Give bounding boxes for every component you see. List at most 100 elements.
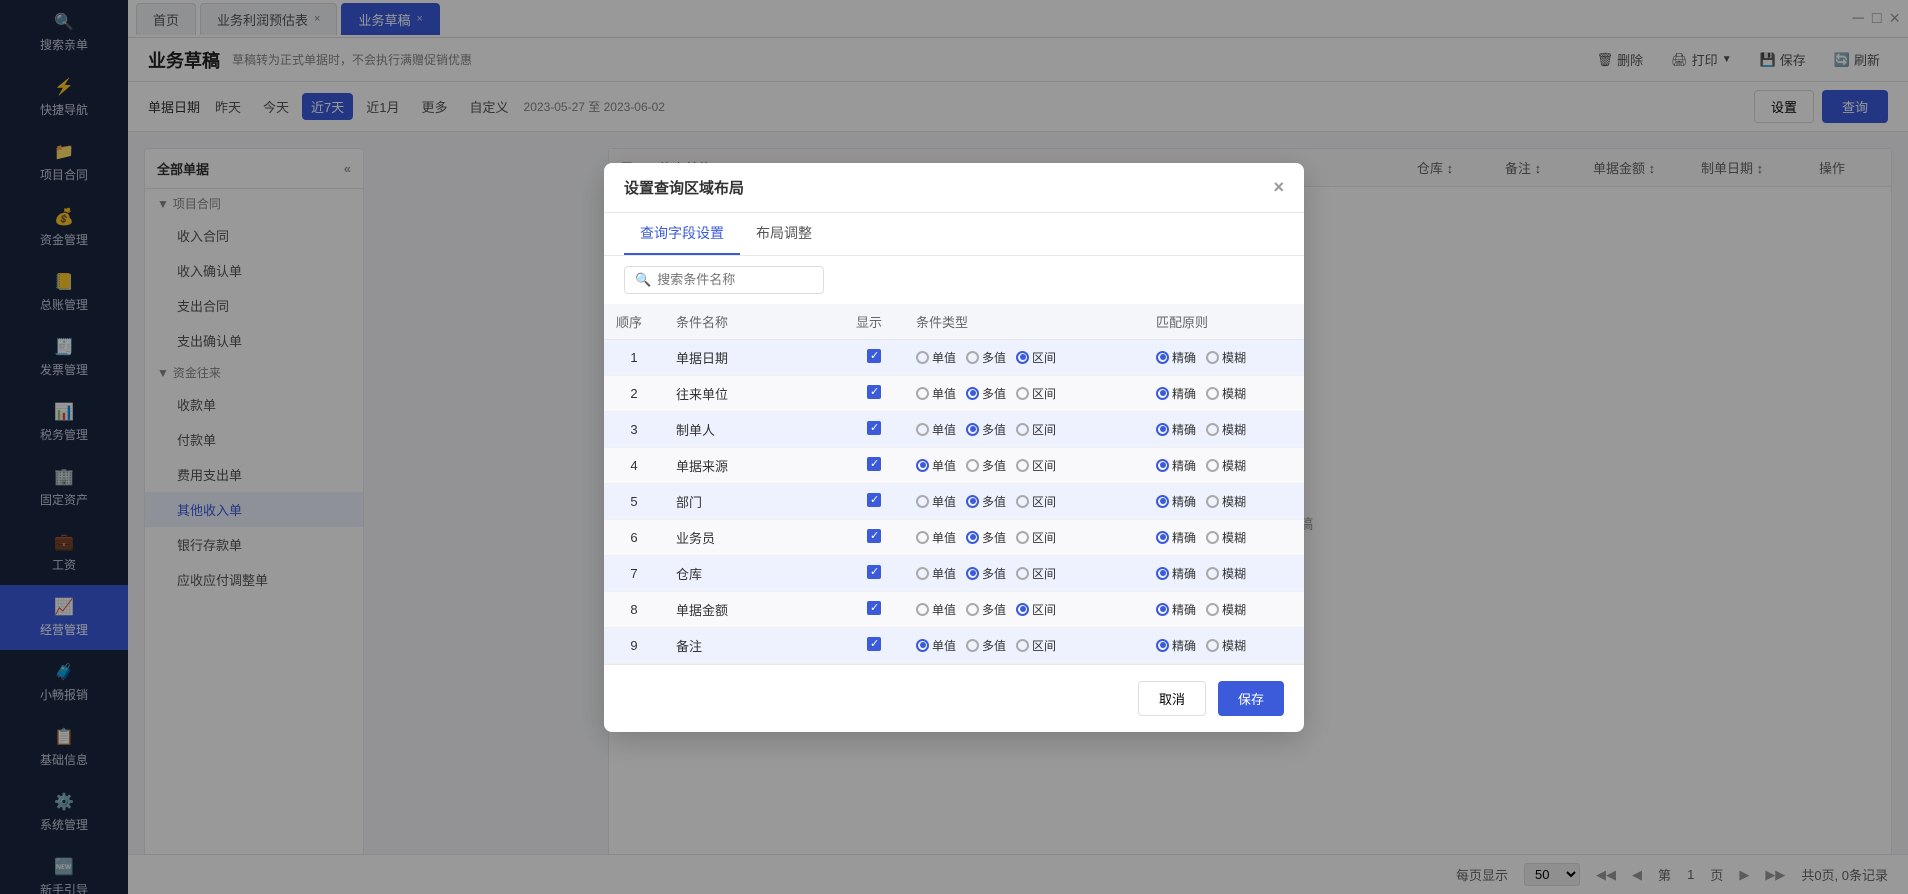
radio-label: 区间 — [1032, 457, 1056, 474]
radio-type-多值[interactable]: 多值 — [966, 493, 1006, 510]
radio-match-精确[interactable]: 精确 — [1156, 493, 1196, 510]
radio-match-精确[interactable]: 精确 — [1156, 529, 1196, 546]
search-icon: 🔍 — [635, 272, 651, 288]
radio-match-模糊[interactable]: 模糊 — [1206, 637, 1246, 654]
radio-type-单值[interactable]: 单值 — [916, 421, 956, 438]
radio-match-精确[interactable]: 精确 — [1156, 565, 1196, 582]
radio-type-多值[interactable]: 多值 — [966, 565, 1006, 582]
radio-label: 多值 — [982, 565, 1006, 582]
radio-match-精确[interactable]: 精确 — [1156, 385, 1196, 402]
radio-type-区间[interactable]: 区间 — [1016, 529, 1056, 546]
radio-match-模糊[interactable]: 模糊 — [1206, 457, 1246, 474]
radio-circle — [966, 459, 979, 472]
radio-label: 模糊 — [1222, 457, 1246, 474]
show-checkbox[interactable] — [867, 457, 881, 471]
radio-type-区间[interactable]: 区间 — [1016, 565, 1056, 582]
radio-type-单值[interactable]: 单值 — [916, 349, 956, 366]
cancel-button[interactable]: 取消 — [1138, 681, 1206, 716]
radio-label: 单值 — [932, 493, 956, 510]
cell-show[interactable] — [844, 375, 904, 411]
radio-type-区间[interactable]: 区间 — [1016, 601, 1056, 618]
cell-show[interactable] — [844, 447, 904, 483]
radio-circle — [1206, 639, 1219, 652]
cell-type: 单值多值 区间 — [904, 375, 1144, 411]
radio-type-区间[interactable]: 区间 — [1016, 457, 1056, 474]
radio-circle — [1206, 495, 1219, 508]
cell-name: 仓库 — [664, 555, 844, 591]
radio-type-区间[interactable]: 区间 — [1016, 385, 1056, 402]
radio-type-单值[interactable]: 单值 — [916, 385, 956, 402]
radio-match-精确[interactable]: 精确 — [1156, 601, 1196, 618]
radio-circle — [916, 639, 929, 652]
radio-match-模糊[interactable]: 模糊 — [1206, 601, 1246, 618]
cell-show[interactable] — [844, 339, 904, 375]
radio-type-单值[interactable]: 单值 — [916, 457, 956, 474]
cell-show[interactable] — [844, 555, 904, 591]
radio-type-单值[interactable]: 单值 — [916, 493, 956, 510]
modal-footer: 取消 保存 — [604, 664, 1304, 732]
radio-type-多值[interactable]: 多值 — [966, 457, 1006, 474]
cell-name: 单据金额 — [664, 591, 844, 627]
cell-show[interactable] — [844, 411, 904, 447]
radio-circle — [966, 531, 979, 544]
show-checkbox[interactable] — [867, 529, 881, 543]
cell-match: 精确模糊 — [1144, 519, 1304, 555]
radio-label: 多值 — [982, 601, 1006, 618]
radio-type-单值[interactable]: 单值 — [916, 601, 956, 618]
radio-type-多值[interactable]: 多值 — [966, 349, 1006, 366]
radio-match-模糊[interactable]: 模糊 — [1206, 529, 1246, 546]
cell-order: 5 — [604, 483, 664, 519]
radio-type-多值[interactable]: 多值 — [966, 637, 1006, 654]
radio-match-模糊[interactable]: 模糊 — [1206, 493, 1246, 510]
radio-type-多值[interactable]: 多值 — [966, 529, 1006, 546]
show-checkbox[interactable] — [867, 493, 881, 507]
radio-match-模糊[interactable]: 模糊 — [1206, 565, 1246, 582]
cell-show[interactable] — [844, 591, 904, 627]
radio-circle — [1206, 567, 1219, 580]
col-order: 顺序 — [604, 304, 664, 340]
tab-layout-adjust[interactable]: 布局调整 — [740, 213, 828, 255]
show-checkbox[interactable] — [867, 565, 881, 579]
radio-circle — [966, 603, 979, 616]
radio-match-精确[interactable]: 精确 — [1156, 349, 1196, 366]
modal-tabs: 查询字段设置 布局调整 — [604, 213, 1304, 256]
radio-type-区间[interactable]: 区间 — [1016, 421, 1056, 438]
cell-type: 单值多值区间 — [904, 483, 1144, 519]
radio-match-精确[interactable]: 精确 — [1156, 421, 1196, 438]
radio-type-多值[interactable]: 多值 — [966, 385, 1006, 402]
radio-type-区间[interactable]: 区间 — [1016, 637, 1056, 654]
radio-match-模糊[interactable]: 模糊 — [1206, 421, 1246, 438]
cell-show[interactable] — [844, 483, 904, 519]
radio-match-模糊[interactable]: 模糊 — [1206, 385, 1246, 402]
radio-label: 区间 — [1032, 349, 1056, 366]
show-checkbox[interactable] — [867, 421, 881, 435]
radio-match-精确[interactable]: 精确 — [1156, 637, 1196, 654]
radio-label: 区间 — [1032, 637, 1056, 654]
radio-circle — [966, 423, 979, 436]
radio-circle — [1156, 639, 1169, 652]
show-checkbox[interactable] — [867, 637, 881, 651]
show-checkbox[interactable] — [867, 349, 881, 363]
radio-label: 单值 — [932, 457, 956, 474]
show-checkbox[interactable] — [867, 385, 881, 399]
cell-order: 4 — [604, 447, 664, 483]
cell-match: 精确模糊 — [1144, 483, 1304, 519]
tab-query-fields[interactable]: 查询字段设置 — [624, 213, 740, 255]
radio-label: 区间 — [1032, 385, 1056, 402]
cell-show[interactable] — [844, 519, 904, 555]
radio-type-单值[interactable]: 单值 — [916, 637, 956, 654]
radio-type-单值[interactable]: 单值 — [916, 529, 956, 546]
show-checkbox[interactable] — [867, 601, 881, 615]
radio-circle — [1156, 495, 1169, 508]
radio-type-区间[interactable]: 区间 — [1016, 349, 1056, 366]
radio-type-多值[interactable]: 多值 — [966, 601, 1006, 618]
search-input[interactable] — [657, 272, 817, 287]
modal-save-button[interactable]: 保存 — [1218, 681, 1284, 716]
radio-match-模糊[interactable]: 模糊 — [1206, 349, 1246, 366]
radio-type-多值[interactable]: 多值 — [966, 421, 1006, 438]
modal-close-button[interactable]: × — [1273, 177, 1284, 198]
radio-type-单值[interactable]: 单值 — [916, 565, 956, 582]
radio-type-区间[interactable]: 区间 — [1016, 493, 1056, 510]
radio-match-精确[interactable]: 精确 — [1156, 457, 1196, 474]
cell-show[interactable] — [844, 627, 904, 663]
